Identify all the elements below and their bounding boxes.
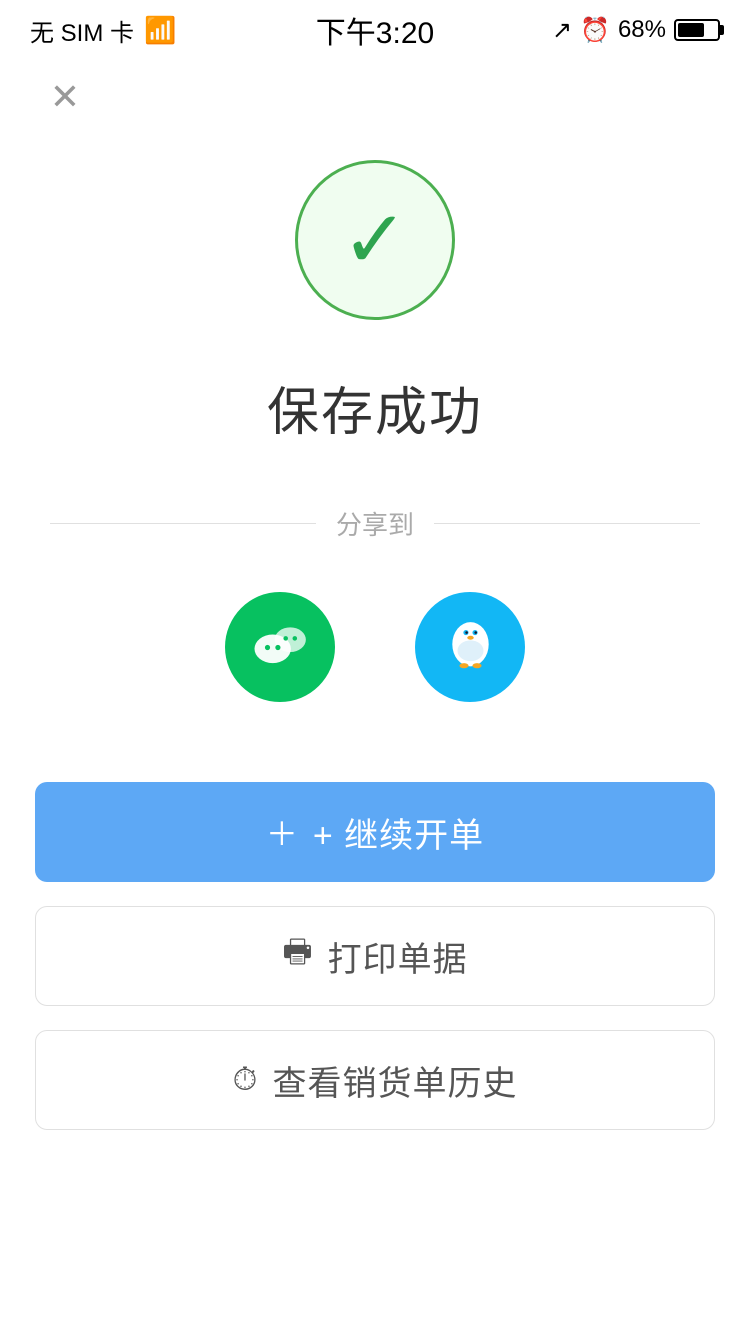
share-label: 分享到 [316, 505, 434, 542]
history-button[interactable]: ⏱ 查看销货单历史 [35, 1030, 715, 1130]
battery-icon [674, 19, 720, 41]
status-bar: 无 SIM 卡 📶 下午3:20 ↗ ⏰ 68% [0, 0, 750, 60]
qq-icon [438, 615, 503, 680]
print-label: 打印单据 [328, 932, 468, 981]
close-icon: ✕ [50, 76, 80, 118]
history-label: 查看销货单历史 [272, 1056, 517, 1105]
qq-share-button[interactable] [415, 592, 525, 702]
status-right: ↗ ⏰ 68% [552, 16, 720, 45]
alarm-icon: ⏰ [580, 16, 610, 45]
checkmark-icon: ✓ [341, 200, 408, 280]
plus-icon: ＋ [266, 809, 299, 855]
status-time: 下午3:20 [316, 8, 434, 52]
battery-fill [678, 23, 704, 37]
print-icon: 🖶 [282, 929, 313, 983]
action-buttons: ＋ + 继续开单 🖶 打印单据 ⏱ 查看销货单历史 [35, 782, 715, 1130]
share-divider: 分享到 [0, 505, 750, 542]
status-left: 无 SIM 卡 📶 [30, 13, 176, 48]
location-icon: ↗ [552, 16, 572, 45]
share-icons [225, 592, 525, 702]
battery-percent: 68% [618, 16, 666, 44]
wechat-icon [248, 615, 313, 680]
continue-button[interactable]: ＋ + 继续开单 [35, 782, 715, 882]
print-button[interactable]: 🖶 打印单据 [35, 906, 715, 1006]
success-title: 保存成功 [267, 370, 483, 445]
main-content: ✓ 保存成功 分享到 [0, 60, 750, 1130]
close-button[interactable]: ✕ [40, 72, 90, 122]
clock-icon: ⏱ [233, 1061, 259, 1099]
success-circle: ✓ [295, 160, 455, 320]
divider-line-left [50, 523, 316, 524]
continue-label: + 继续开单 [313, 808, 484, 857]
wifi-icon: 📶 [144, 15, 176, 46]
sim-status: 无 SIM 卡 [30, 13, 134, 48]
divider-line-right [434, 523, 700, 524]
wechat-share-button[interactable] [225, 592, 335, 702]
